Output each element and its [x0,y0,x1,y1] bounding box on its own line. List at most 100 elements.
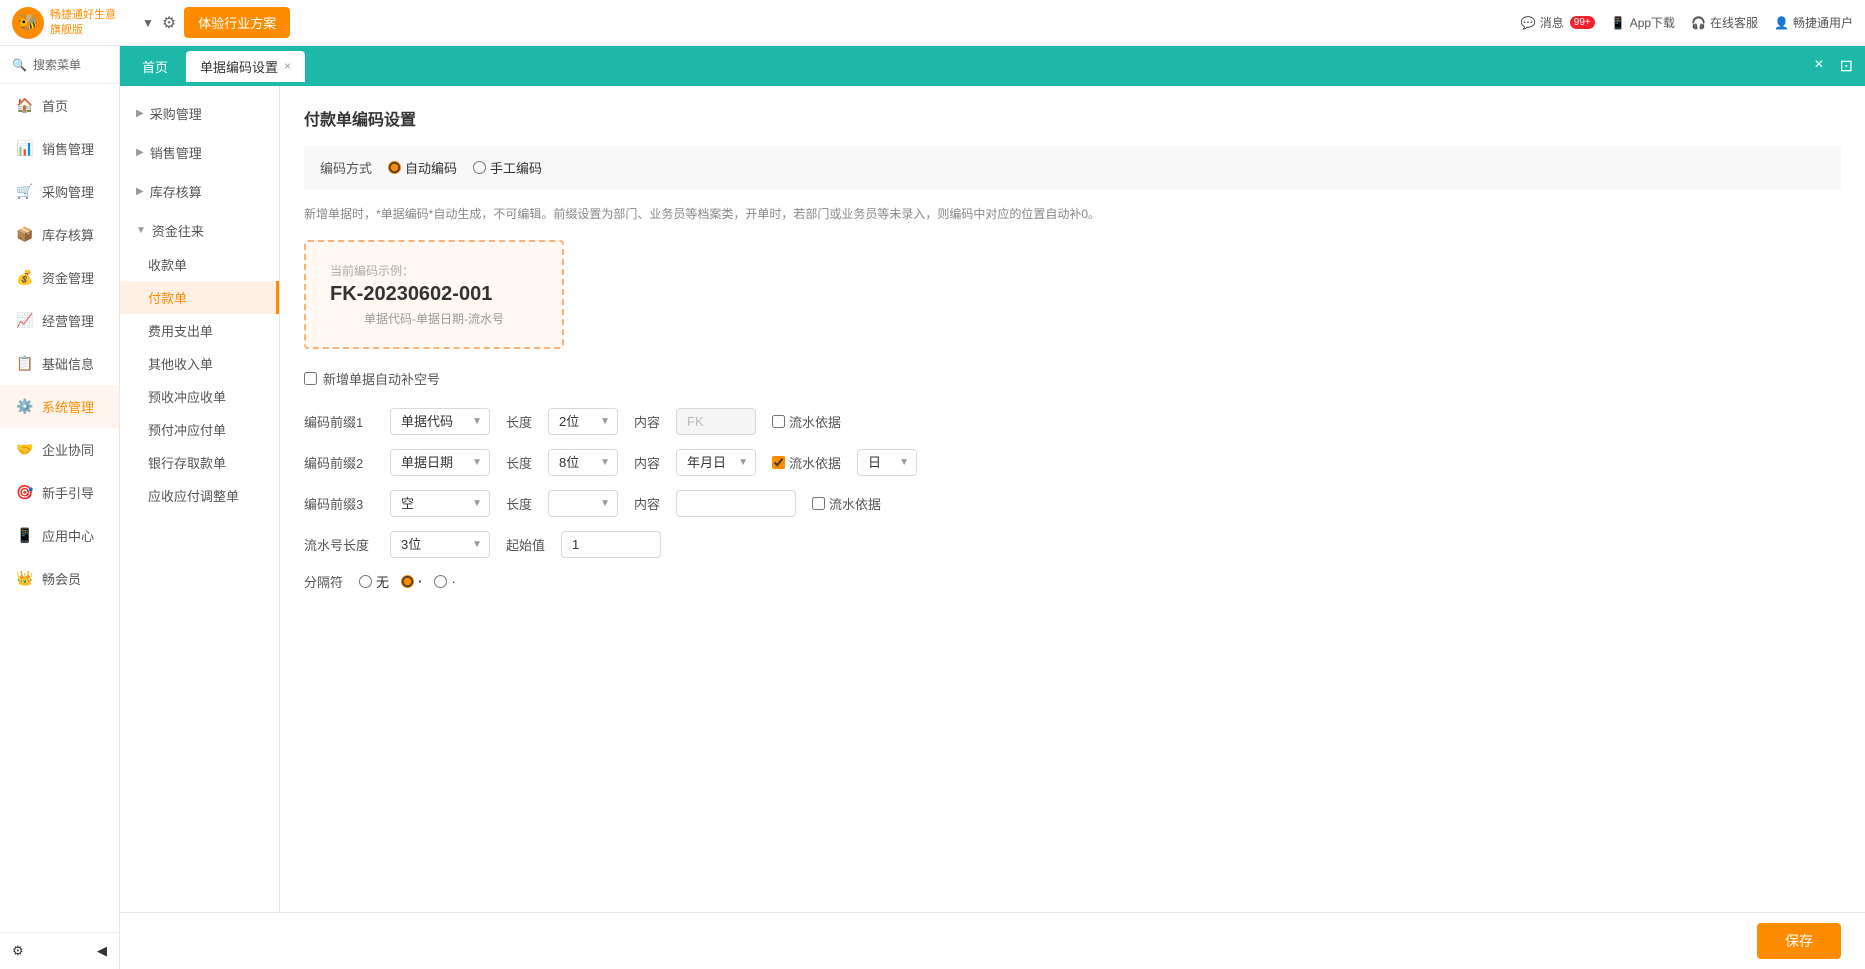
sub-menu-group-inventory: ▶ 库存核算 [120,174,279,209]
sidebar-item-basic[interactable]: 📋 基础信息 [0,342,119,385]
prefix1-content-label: 内容 [634,412,660,431]
sub-menu-header-funds[interactable]: ▼ 资金往来 [120,213,279,248]
sub-menu-item-other-income[interactable]: 其他收入单 [120,347,279,380]
main-area: 首页 单据编码设置 × × ⊡ ▶ 采购管理 [120,46,1865,969]
prefix3-length-select[interactable] [548,490,618,517]
company-dropdown[interactable]: ▼ [142,16,154,30]
auto-code-option[interactable]: 自动编码 [388,158,457,177]
sidebar-item-system[interactable]: ⚙️ 系统管理 [0,385,119,428]
separator-label: 分隔符 [304,572,343,591]
sep-none-option[interactable]: 无 [359,572,389,591]
sidebar-item-finance[interactable]: 💰 资金管理 [0,256,119,299]
sep-dot-radio[interactable] [434,575,447,588]
online-service-item[interactable]: 🎧 在线客服 [1691,14,1758,31]
sidebar-item-home[interactable]: 🏠 首页 [0,84,119,127]
user-item[interactable]: 👤 畅捷通用户 [1774,14,1853,31]
serial-length-select[interactable]: 3位 4位 5位 [390,531,490,558]
sub-menu-item-adjust[interactable]: 应收应付调整单 [120,479,279,512]
tab-maximize-icon[interactable]: ⊡ [1836,54,1857,78]
sales-icon: 📊 [16,140,34,158]
code-preview-label: 当前编码示例： [330,262,538,279]
start-value-input[interactable] [561,531,661,558]
auto-code-radio[interactable] [388,161,401,174]
code-preview-value: FK-20230602-001 [330,283,538,306]
prefix2-length-wrapper: 6位 8位 ▼ [548,449,618,476]
prefix2-select[interactable]: 单据日期 年月 年 空 [390,449,490,476]
trial-button[interactable]: 体验行业方案 [184,7,290,38]
user-avatar: 👤 [1774,16,1789,30]
sidebar-item-guide[interactable]: 🎯 新手引导 [0,471,119,514]
sidebar-item-inventory[interactable]: 📦 库存核算 [0,213,119,256]
sub-menu-item-bank[interactable]: 银行存取款单 [120,446,279,479]
sidebar-item-operation[interactable]: 📈 经营管理 [0,299,119,342]
sidebar-item-member[interactable]: 👑 畅会员 [0,557,119,600]
prefix3-length-label: 长度 [506,494,532,513]
prefix2-serial-wrapper[interactable]: 流水依据 [772,453,841,472]
prefix1-serial-wrapper[interactable]: 流水依据 [772,412,841,431]
code-preview-sub: 单据代码-单据日期-流水号 [330,310,538,327]
save-button[interactable]: 保存 [1757,923,1841,959]
sep-dash-option[interactable]: · [401,574,422,589]
content-inner: ▶ 采购管理 ▶ 销售管理 ▶ 库存核算 [120,86,1865,912]
manual-code-option[interactable]: 手工编码 [473,158,542,177]
prefix3-content-input[interactable] [676,490,796,517]
prefix1-length-select[interactable]: 2位 3位 4位 [548,408,618,435]
app-layout: 🔍 搜索菜单 🏠 首页 📊 销售管理 🛒 采购管理 📦 库存核算 💰 [0,46,1865,969]
sidebar-item-enterprise[interactable]: 🤝 企业协同 [0,428,119,471]
appcenter-icon: 📱 [16,527,34,545]
tab-close-icon[interactable]: × [284,59,291,73]
sub-menu-item-expense[interactable]: 费用支出单 [120,314,279,347]
sidebar-settings-icon[interactable]: ⚙ [12,943,24,959]
sales-arrow: ▶ [136,147,144,158]
sep-dot-option[interactable]: · [434,574,455,589]
tab-minimize-icon[interactable]: × [1810,54,1827,78]
sidebar-search[interactable]: 🔍 搜索菜单 [0,46,119,84]
settings-icon[interactable]: ⚙ [162,13,176,33]
auto-fill-checkbox[interactable] [304,372,317,385]
header-middle: ▼ ⚙ 体验行业方案 [142,7,1511,38]
sub-menu-item-receipt[interactable]: 收款单 [120,248,279,281]
basic-icon: 📋 [16,355,34,373]
manual-code-radio[interactable] [473,161,486,174]
service-icon: 🎧 [1691,16,1706,30]
header-right: 💬 消息 99+ 📱 App下载 🎧 在线客服 👤 畅捷通用户 [1521,14,1853,31]
sub-menu-item-pre-pay[interactable]: 预付冲应付单 [120,413,279,446]
sub-menu-item-payment[interactable]: 付款单 [120,281,279,314]
prefix2-cycle-select[interactable]: 日 月 年 [857,449,917,476]
message-item[interactable]: 💬 消息 99+ [1521,14,1595,31]
prefix2-length-select[interactable]: 6位 8位 [548,449,618,476]
sidebar-item-appcenter[interactable]: 📱 应用中心 [0,514,119,557]
tip-text: 新增单据时，*单据编码*自动生成，不可编辑。前缀设置为部门、业务员等档案类，开单… [304,205,1841,224]
prefix1-label: 编码前缀1 [304,412,374,431]
bottom-bar: 保存 [120,912,1865,969]
prefix1-length-label: 长度 [506,412,532,431]
sub-menu-item-pre-collect[interactable]: 预收冲应收单 [120,380,279,413]
tab-home[interactable]: 首页 [128,51,182,82]
sub-menu-header-sales[interactable]: ▶ 销售管理 [120,135,279,170]
prefix3-serial-checkbox[interactable] [812,497,825,510]
prefix2-content-wrapper: 年月日 年月 年 ▼ [676,449,756,476]
content-area: ▶ 采购管理 ▶ 销售管理 ▶ 库存核算 [120,86,1865,969]
dropdown-text: ▼ [142,16,154,30]
sidebar-item-sales[interactable]: 📊 销售管理 [0,127,119,170]
prefix3-select-wrapper: 空 单据代码 部门 业务员 ▼ [390,490,490,517]
sub-menu-header-purchase[interactable]: ▶ 采购管理 [120,96,279,131]
prefix3-serial-wrapper[interactable]: 流水依据 [812,494,881,513]
home-icon: 🏠 [16,97,34,115]
sub-menu-header-inventory[interactable]: ▶ 库存核算 [120,174,279,209]
prefix2-serial-checkbox[interactable] [772,456,785,469]
logo-text: 畅捷通好生意 旗舰版 [50,8,116,37]
sep-none-radio[interactable] [359,575,372,588]
app-download-item[interactable]: 📱 App下载 [1611,14,1675,31]
sidebar-nav: 🏠 首页 📊 销售管理 🛒 采购管理 📦 库存核算 💰 资金管理 📈 经 [0,84,119,932]
prefix1-select[interactable]: 单据代码 部门 业务员 空 [390,408,490,435]
sep-dash-radio[interactable] [401,575,414,588]
tab-settings[interactable]: 单据编码设置 × [186,51,305,82]
sidebar-item-purchase[interactable]: 🛒 采购管理 [0,170,119,213]
prefix2-content-select[interactable]: 年月日 年月 年 [676,449,756,476]
prefix3-select[interactable]: 空 单据代码 部门 业务员 [390,490,490,517]
prefix3-length-wrapper: ▼ [548,490,618,517]
prefix1-serial-checkbox[interactable] [772,415,785,428]
system-icon: ⚙️ [16,398,34,416]
sidebar-collapse-icon[interactable]: ◀ [97,943,107,959]
